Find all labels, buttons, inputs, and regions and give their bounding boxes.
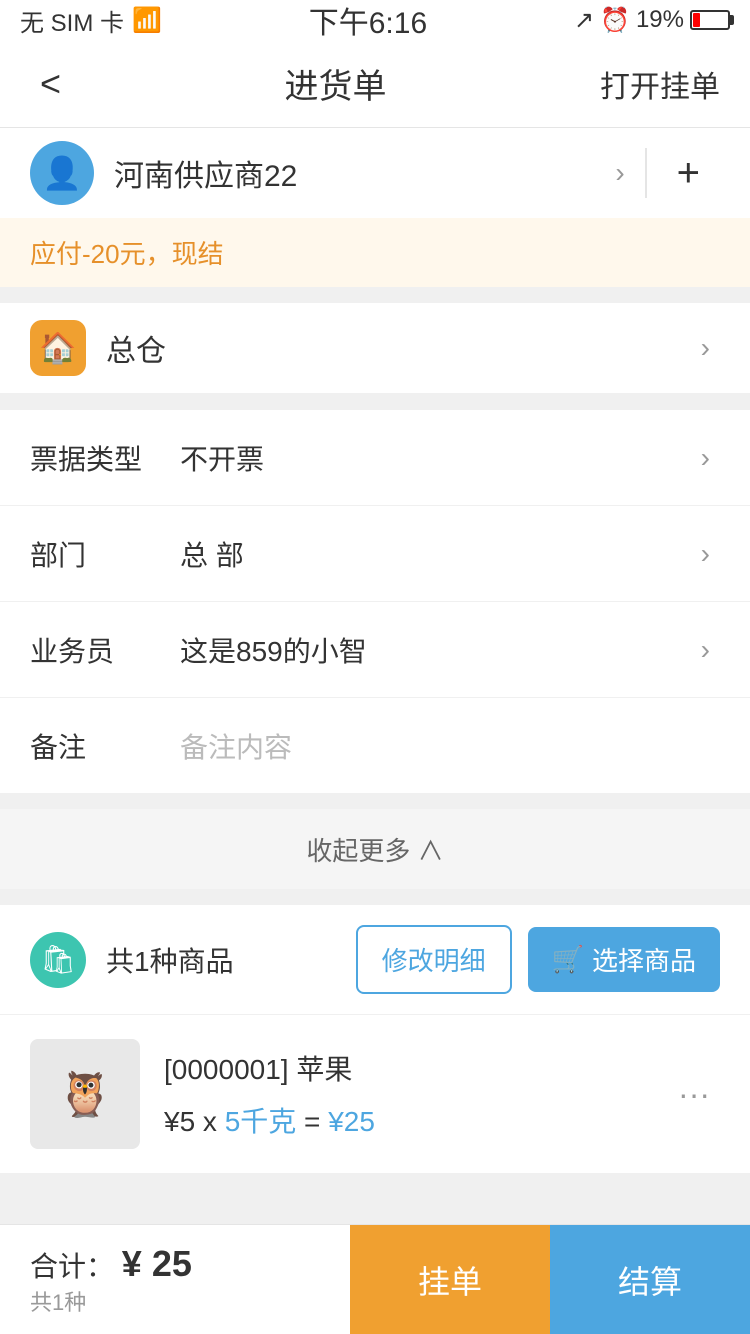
total-count: 共1种 bbox=[30, 1285, 320, 1317]
unit-price: ¥5 x bbox=[164, 1106, 225, 1137]
invoice-value: 不开票 bbox=[170, 438, 701, 478]
agent-chevron-icon: › bbox=[701, 634, 710, 666]
product-name: [0000001] 苹果 bbox=[164, 1048, 668, 1088]
page-title: 进货单 bbox=[285, 59, 387, 108]
remark-input[interactable]: 备注内容 bbox=[170, 726, 720, 766]
bottom-bar: 合计： ¥ 25 共1种 挂单 结算 bbox=[0, 1224, 750, 1334]
warehouse-icon: 🏠 bbox=[39, 331, 76, 366]
collapse-row[interactable]: 收起更多 ∧ bbox=[0, 809, 750, 889]
status-left: 无 SIM 卡 📶 bbox=[20, 3, 162, 38]
department-label: 部门 bbox=[30, 534, 170, 574]
invoice-row[interactable]: 票据类型 不开票 › bbox=[0, 409, 750, 505]
supplier-chevron-icon: › bbox=[615, 157, 624, 189]
warehouse-chevron-icon: › bbox=[701, 332, 710, 364]
select-product-icon: 🛒 bbox=[552, 944, 584, 975]
products-header: 🛍 共1种商品 修改明细 🛒 选择商品 bbox=[0, 905, 750, 1014]
products-icon-bg: 🛍 bbox=[30, 932, 86, 988]
wifi-icon: 📶 bbox=[132, 6, 162, 35]
products-count: 共1种商品 bbox=[106, 940, 356, 980]
product-thumbnail-icon: 🦉 bbox=[58, 1068, 113, 1120]
supplier-row[interactable]: 👤 河南供应商22 › + bbox=[0, 128, 750, 218]
status-time: 下午6:16 bbox=[309, 0, 427, 42]
remark-label: 备注 bbox=[30, 726, 170, 766]
total-section: 合计： ¥ 25 共1种 bbox=[0, 1243, 350, 1317]
products-icon: 🛍 bbox=[40, 943, 76, 976]
product-item: 🦉 [0000001] 苹果 ¥5 x 5千克 = ¥25 ··· bbox=[0, 1014, 750, 1173]
agent-label: 业务员 bbox=[30, 630, 170, 670]
location-icon: ↗ bbox=[574, 6, 594, 35]
product-code: [0000001] 苹果 bbox=[164, 1054, 352, 1085]
add-supplier-button[interactable]: + bbox=[657, 141, 720, 206]
agent-row[interactable]: 业务员 这是859的小智 › bbox=[0, 601, 750, 697]
supplier-card: 👤 河南供应商22 › + 应付-20元，现结 bbox=[0, 128, 750, 287]
open-hang-button[interactable]: 打开挂单 bbox=[600, 62, 720, 106]
alarm-icon: ⏰ bbox=[600, 6, 630, 35]
supplier-name: 河南供应商22 bbox=[114, 151, 615, 195]
content-area: 👤 河南供应商22 › + 应付-20元，现结 🏠 总仓 › 票据类型 不开票 … bbox=[0, 128, 750, 1299]
select-product-button[interactable]: 🛒 选择商品 bbox=[528, 927, 720, 992]
back-button[interactable]: < bbox=[30, 53, 71, 115]
status-bar: 无 SIM 卡 📶 下午6:16 ↗ ⏰ 19% bbox=[0, 0, 750, 40]
warehouse-card: 🏠 总仓 › bbox=[0, 303, 750, 393]
total-row: 合计： ¥ 25 bbox=[30, 1243, 320, 1285]
total-price: ¥25 bbox=[328, 1106, 375, 1137]
form-card: 票据类型 不开票 › 部门 总 部 › 业务员 这是859的小智 › 备注 备注… bbox=[0, 409, 750, 793]
battery-percent: 19% bbox=[636, 6, 684, 34]
agent-value: 这是859的小智 bbox=[170, 630, 701, 670]
product-menu-button[interactable]: ··· bbox=[668, 1066, 720, 1123]
total-label: 合计： bbox=[30, 1251, 114, 1282]
carrier-text: 无 SIM 卡 bbox=[20, 3, 124, 38]
avatar-icon: 👤 bbox=[42, 154, 82, 192]
payment-info: 应付-20元，现结 bbox=[0, 218, 750, 287]
settle-button[interactable]: 结算 bbox=[550, 1225, 750, 1334]
product-info: [0000001] 苹果 ¥5 x 5千克 = ¥25 bbox=[164, 1048, 668, 1140]
department-value: 总 部 bbox=[170, 534, 701, 574]
edit-detail-button[interactable]: 修改明细 bbox=[356, 925, 512, 994]
product-thumbnail: 🦉 bbox=[30, 1039, 140, 1149]
warehouse-icon-bg: 🏠 bbox=[30, 320, 86, 376]
price-equals: = bbox=[296, 1106, 328, 1137]
products-section: 🛍 共1种商品 修改明细 🛒 选择商品 🦉 [0000001] 苹果 ¥5 x … bbox=[0, 905, 750, 1173]
product-price: ¥5 x 5千克 = ¥25 bbox=[164, 1100, 668, 1140]
total-amount: ¥ 25 bbox=[122, 1243, 192, 1284]
nav-bar: < 进货单 打开挂单 bbox=[0, 40, 750, 128]
invoice-chevron-icon: › bbox=[701, 442, 710, 474]
select-product-label: 选择商品 bbox=[592, 941, 696, 978]
department-row[interactable]: 部门 总 部 › bbox=[0, 505, 750, 601]
department-chevron-icon: › bbox=[701, 538, 710, 570]
warehouse-row[interactable]: 🏠 总仓 › bbox=[0, 303, 750, 393]
remark-row[interactable]: 备注 备注内容 bbox=[0, 697, 750, 793]
supplier-avatar: 👤 bbox=[30, 141, 94, 205]
collapse-text: 收起更多 ∧ bbox=[306, 831, 443, 868]
quantity: 5千克 bbox=[225, 1106, 297, 1137]
supplier-divider bbox=[645, 148, 647, 198]
invoice-label: 票据类型 bbox=[30, 438, 170, 478]
warehouse-name: 总仓 bbox=[106, 326, 701, 370]
hang-button[interactable]: 挂单 bbox=[350, 1225, 550, 1334]
status-right: ↗ ⏰ 19% bbox=[574, 6, 730, 35]
battery-icon bbox=[690, 10, 730, 30]
